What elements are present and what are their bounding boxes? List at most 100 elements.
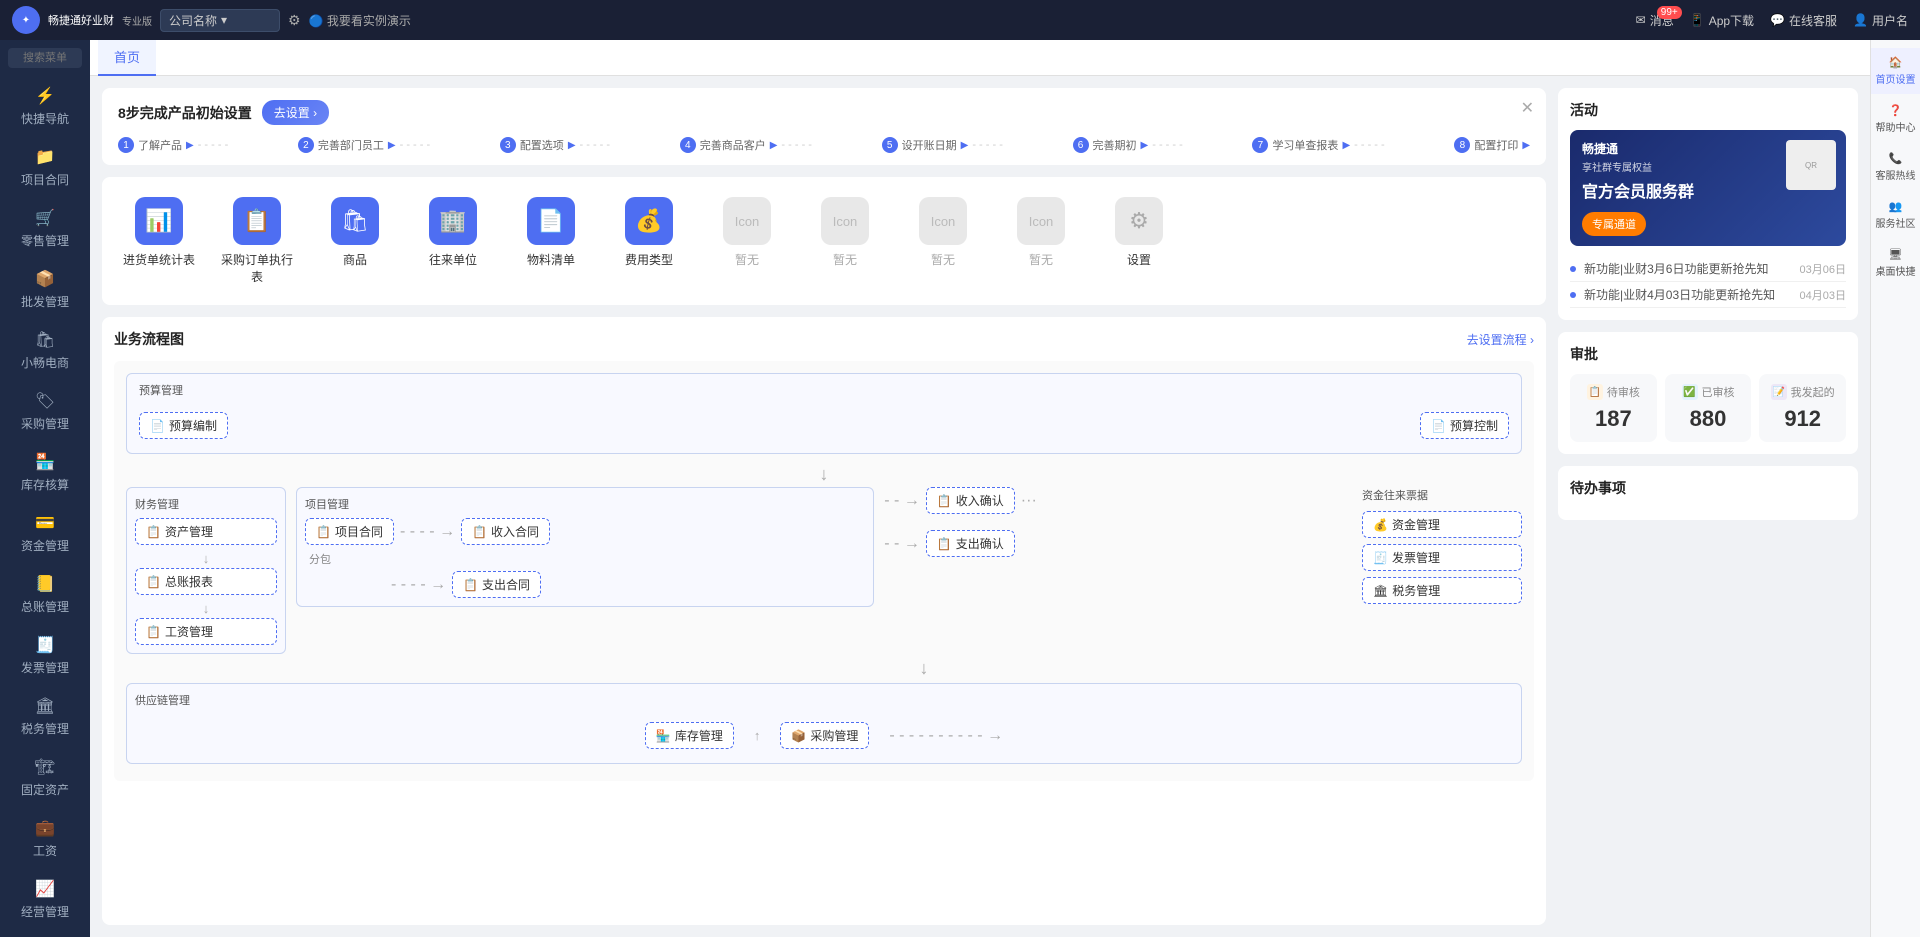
shortcut-wuliaoqingdan[interactable]: 📄 物料清单	[506, 189, 596, 293]
flow-arrow-down-1: ↓	[126, 464, 1522, 485]
shortcut-zanwu4[interactable]: Icon 暂无	[996, 189, 1086, 293]
flow-node-fapiao[interactable]: 🧾 发票管理	[1362, 544, 1522, 571]
top-bar-right: ✉ 消息 99+ 📱 App下载 💬 在线客服 👤 用户名	[1636, 12, 1908, 29]
sidebar-item-lingshou[interactable]: 🛒 零售管理	[0, 198, 90, 259]
message-btn[interactable]: ✉ 消息 99+	[1636, 12, 1674, 29]
flow-node-caigou[interactable]: 📦 采购管理	[780, 722, 869, 749]
search-input[interactable]	[8, 48, 82, 68]
todo-title: 待办事项	[1570, 478, 1846, 498]
nav-icon: 🏷	[35, 391, 55, 411]
sidebar-item-zongzhang[interactable]: 📒 总账管理	[0, 564, 90, 625]
finance-section: 财务管理 📋 资产管理 ↓ 📋 总账报表 ↓	[126, 487, 286, 654]
shortcut-jinhuodan[interactable]: 📊 进货单统计表	[114, 189, 204, 293]
sidebar-item-pifa[interactable]: 📦 批发管理	[0, 259, 90, 320]
shortcut-icon: 📊	[135, 197, 183, 245]
flow-node-shouru-hetong[interactable]: 📋 收入合同	[461, 518, 550, 545]
right-sidebar-community[interactable]: 👥 服务社区	[1871, 192, 1920, 238]
sidebar-item-xiaochang[interactable]: 🛍 小畅电商	[0, 320, 90, 381]
flow-card-title: 业务流程图	[114, 329, 184, 349]
nav-icon: 🧾	[35, 635, 55, 655]
approval-card: 审批 📋 待审核 187 ✅ 已审核	[1558, 332, 1858, 454]
dot-icon	[1570, 266, 1576, 272]
nav-icon: 📁	[35, 147, 55, 167]
sidebar-item-zijin[interactable]: 💳 资金管理	[0, 503, 90, 564]
flow-node-yusuan-bianzhi[interactable]: 📄 预算编制	[139, 412, 228, 439]
shortcut-icon: 💰	[625, 197, 673, 245]
company-selector[interactable]: 公司名称 ▾	[160, 9, 280, 32]
sidebar-item-xiaochanbaoxiao[interactable]: 💸 小畅报销	[0, 930, 90, 937]
user-avatar[interactable]: 👤 用户名	[1853, 12, 1908, 29]
flow-node-zongzhang[interactable]: 📋 总账报表	[135, 568, 277, 595]
app-download-btn[interactable]: 📱 App下载	[1690, 12, 1754, 29]
nav-icon: ⚡	[35, 86, 55, 106]
activity-list: 新功能|业财3月6日功能更新抢先知 03月06日 新功能|业财4月03日功能更新…	[1570, 256, 1846, 308]
shortcut-icon: Icon	[821, 197, 869, 245]
approval-done[interactable]: ✅ 已审核 880	[1665, 374, 1752, 442]
shortcut-wanglaidanwei[interactable]: 🏢 往来单位	[408, 189, 498, 293]
sidebar-item-xiangmu[interactable]: 📁 项目合同	[0, 137, 90, 198]
shortcut-caigoudan[interactable]: 📋 采购订单执行表	[212, 189, 302, 293]
right-sidebar-home[interactable]: 🏠 首页设置	[1871, 48, 1920, 94]
shortcut-shangpin[interactable]: 🛍 商品	[310, 189, 400, 293]
nav-icon: 💳	[35, 513, 55, 533]
flow-node-zhichu-queren[interactable]: 📋 支出确认	[926, 530, 1015, 557]
flow-setup-link[interactable]: 去设置流程 ›	[1467, 331, 1534, 348]
approval-mine[interactable]: 📝 我发起的 912	[1759, 374, 1846, 442]
budget-section: 预算管理 📄 预算编制 📄 预算控制	[126, 373, 1522, 454]
right-sidebar-service[interactable]: 📞 客服热线	[1871, 144, 1920, 190]
shortcut-shezhi[interactable]: ⚙ 设置	[1094, 189, 1184, 293]
shortcut-zanwu1[interactable]: Icon 暂无	[702, 189, 792, 293]
flow-node-shouru-queren[interactable]: 📋 收入确认	[926, 487, 1015, 514]
flow-card-header: 业务流程图 去设置流程 ›	[114, 329, 1534, 349]
nav-icon: 🏗	[35, 757, 55, 777]
flow-node-yusuan-kongzhi[interactable]: 📄 预算控制	[1420, 412, 1509, 439]
right-sidebar-help[interactable]: ❓ 帮助中心	[1871, 96, 1920, 142]
sidebar-item-jingying[interactable]: 📈 经营管理	[0, 869, 90, 930]
nav-icon: 🏛	[35, 696, 55, 716]
go-setup-button[interactable]: 去设置 ›	[262, 100, 329, 125]
list-item: 新功能|业财4月03日功能更新抢先知 04月03日	[1570, 282, 1846, 308]
sidebar-item-fapiao[interactable]: 🧾 发票管理	[0, 625, 90, 686]
step-6: 6 完善期初 ▶	[1073, 137, 1149, 153]
tab-home[interactable]: 首页	[98, 40, 156, 76]
sidebar-item-kucun[interactable]: 🏪 库存核算	[0, 442, 90, 503]
demo-link[interactable]: 🔵 我要看实例演示	[309, 12, 411, 29]
step-4: 4 完善商品客户 ▶	[680, 137, 778, 153]
sidebar-item-shuiwu[interactable]: 🏛 税务管理	[0, 686, 90, 747]
online-service-btn[interactable]: 💬 在线客服	[1770, 12, 1837, 29]
shortcut-feiyongleixing[interactable]: 💰 费用类型	[604, 189, 694, 293]
nav-icon: 🛍	[35, 330, 55, 350]
setup-card: 8步完成产品初始设置 去设置 › 1 了解产品 ▶ - - - - - 2 完善…	[102, 88, 1546, 165]
step-3: 3 配置选项 ▶	[500, 137, 576, 153]
sidebar-item-caigou[interactable]: 🏷 采购管理	[0, 381, 90, 442]
activity-card: 活动 畅捷通 享社群专属权益 官方会员服务群 专属通道 QR 新功能|业财3月6…	[1558, 88, 1858, 320]
shortcut-zanwu3[interactable]: Icon 暂无	[898, 189, 988, 293]
approval-pending-icon: 📋	[1587, 384, 1603, 400]
left-panel: 8步完成产品初始设置 去设置 › 1 了解产品 ▶ - - - - - 2 完善…	[102, 88, 1546, 925]
steps-bar: 1 了解产品 ▶ - - - - - 2 完善部门员工 ▶ - - - - -	[118, 137, 1530, 153]
right-sidebar-desktop[interactable]: 🖥 桌面快捷	[1871, 240, 1920, 286]
right-panel: 活动 畅捷通 享社群专属权益 官方会员服务群 专属通道 QR 新功能|业财3月6…	[1558, 88, 1858, 925]
shortcut-zanwu2[interactable]: Icon 暂无	[800, 189, 890, 293]
sidebar-item-gongzi[interactable]: 💼 工资	[0, 808, 90, 869]
shortcut-icon: Icon	[723, 197, 771, 245]
top-bar: ✦ 畅捷通好业财 专业版 公司名称 ▾ ⚙ 🔵 我要看实例演示 ✉ 消息 99+…	[0, 0, 1920, 40]
approval-pending[interactable]: 📋 待审核 187	[1570, 374, 1657, 442]
flow-node-kucun[interactable]: 🏪 库存管理	[645, 722, 734, 749]
flow-node-gongzi[interactable]: 📋 工资管理	[135, 618, 277, 645]
qr-code: QR	[1786, 140, 1836, 190]
flow-node-zijin[interactable]: 💰 资金管理	[1362, 511, 1522, 538]
todo-card: 待办事项	[1558, 466, 1858, 520]
flow-node-zhichu-hetong[interactable]: 📋 支出合同	[452, 571, 541, 598]
setup-close-icon[interactable]: ✕	[1521, 98, 1534, 118]
flow-node-shuiwu[interactable]: 🏛 税务管理	[1362, 577, 1522, 604]
flow-node-xiangmu[interactable]: 📋 项目合同	[305, 518, 394, 545]
flow-node-zichan[interactable]: 📋 资产管理	[135, 518, 277, 545]
settings-icon[interactable]: ⚙	[288, 12, 301, 29]
shortcut-icon: Icon	[1017, 197, 1065, 245]
sidebar-item-kuaijie[interactable]: ⚡ 快捷导航	[0, 76, 90, 137]
flow-arrow-down-2: ↓	[126, 658, 1522, 679]
activity-banner-btn[interactable]: 专属通道	[1582, 212, 1646, 236]
sidebar-item-gudingzichan[interactable]: 🏗 固定资产	[0, 747, 90, 808]
community-icon: 👥	[1889, 200, 1903, 213]
